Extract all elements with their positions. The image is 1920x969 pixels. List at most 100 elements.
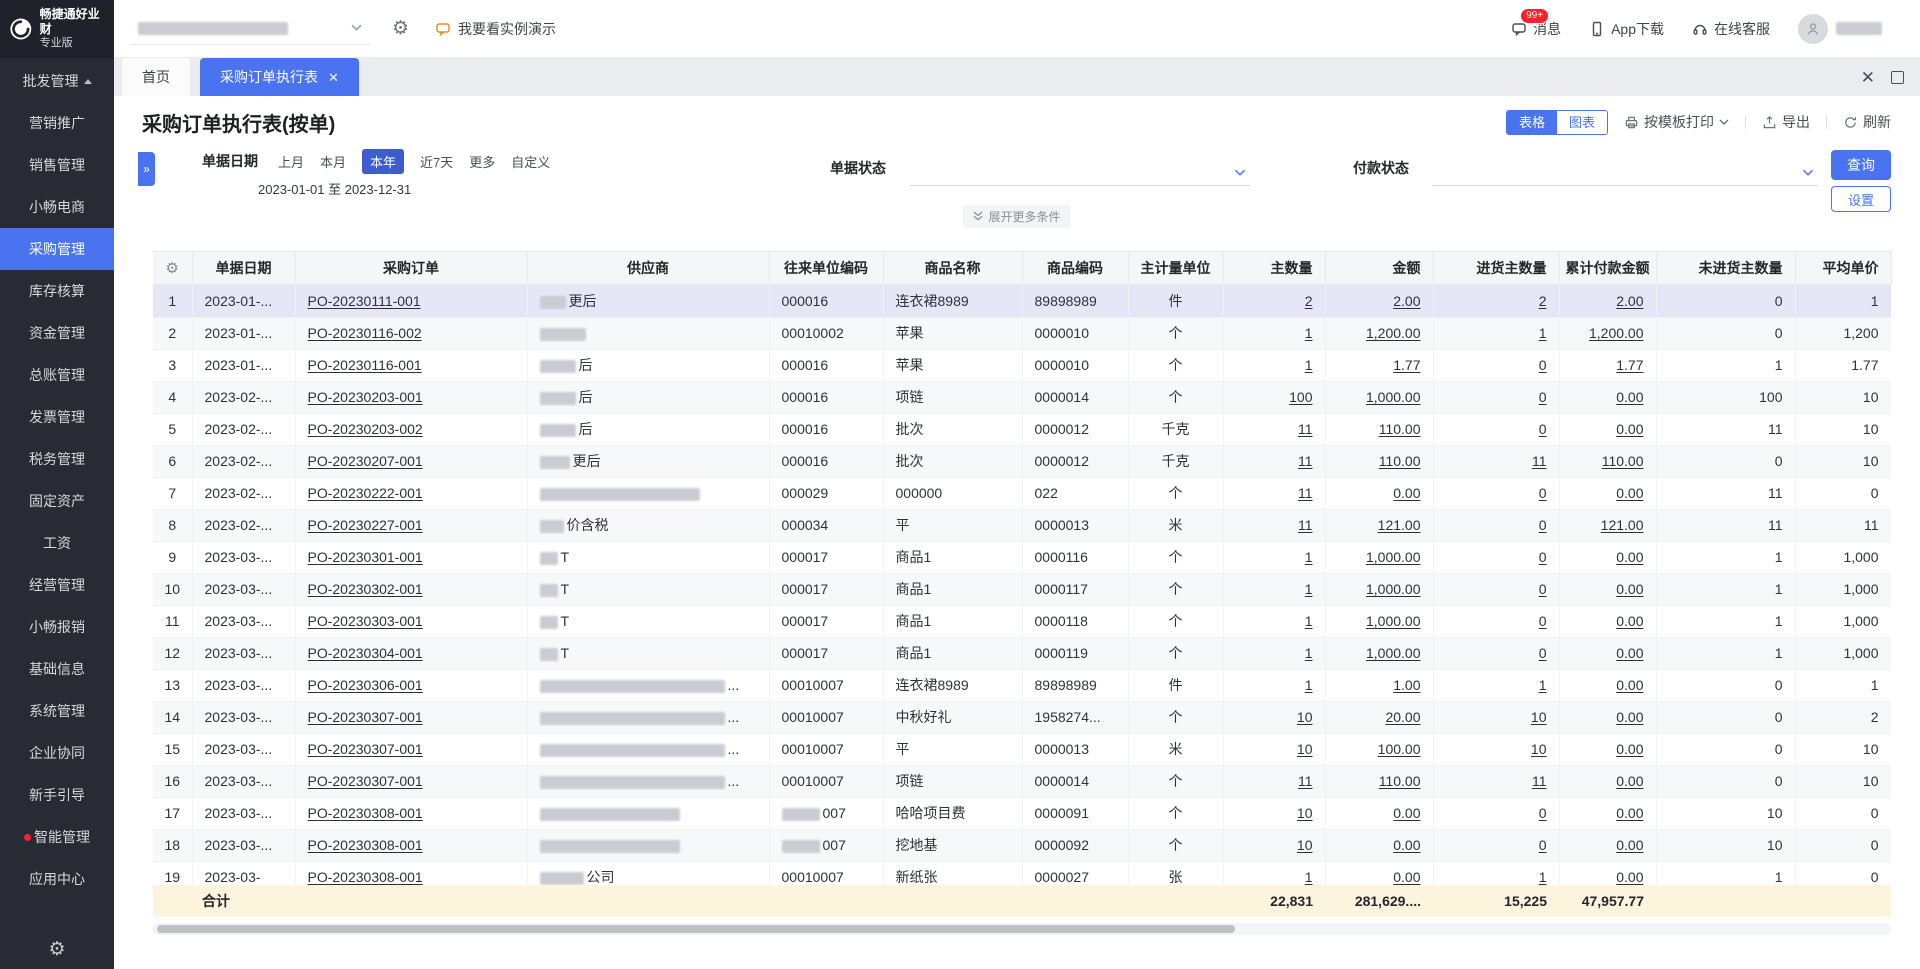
table-row[interactable]: 11 2023-03-... PO-20230303-001 T 000017 … [153,605,1891,638]
paid-amount-link[interactable]: 0.00 [1616,805,1643,821]
in-qty-link[interactable]: 0 [1539,389,1547,405]
date-option[interactable]: 近7天 [420,152,453,171]
amount-link[interactable]: 1,000.00 [1366,389,1421,405]
scrollbar-thumb[interactable] [157,925,1235,933]
amount-link[interactable]: 0.00 [1393,837,1420,853]
sidebar-item-固定资产[interactable]: 固定资产 [0,480,114,522]
date-option[interactable]: 上月 [278,152,304,171]
amount-link[interactable]: 1,000.00 [1366,581,1421,597]
po-link[interactable]: PO-20230303-001 [308,613,423,629]
qty-link[interactable]: 1 [1305,357,1313,373]
paid-amount-link[interactable]: 0.00 [1616,645,1643,661]
qty-link[interactable]: 1 [1305,613,1313,629]
print-by-template-button[interactable]: 按模板打印 [1624,112,1729,132]
paid-amount-link[interactable]: 0.00 [1616,773,1643,789]
table-row[interactable]: 10 2023-03-... PO-20230302-001 T 000017 … [153,573,1891,606]
table-row[interactable]: 14 2023-03-... PO-20230307-001 ... 00010… [153,701,1891,734]
paid-amount-link[interactable]: 0.00 [1616,837,1643,853]
sidebar-item-智能管理[interactable]: 智能管理 [0,816,114,858]
amount-link[interactable]: 110.00 [1379,453,1421,469]
paid-amount-link[interactable]: 0.00 [1616,581,1643,597]
messages-button[interactable]: 99+ 消息 [1511,7,1561,39]
paid-amount-link[interactable]: 0.00 [1616,485,1643,501]
qty-link[interactable]: 11 [1298,453,1313,469]
user-menu[interactable] [1798,13,1882,44]
column-settings-icon[interactable]: ⚙ [166,260,179,277]
view-toggle-table[interactable]: 表格 [1506,110,1557,134]
view-toggle-chart[interactable]: 图表 [1556,110,1607,134]
paid-amount-link[interactable]: 0.00 [1616,389,1643,405]
sidebar-item-系统管理[interactable]: 系统管理 [0,690,114,732]
table-row[interactable]: 8 2023-02-... PO-20230227-001 价含税 000034… [153,509,1891,542]
date-option[interactable]: 本月 [320,152,346,171]
horizontal-scrollbar[interactable] [153,923,1891,935]
doc-status-select[interactable] [910,158,1250,186]
po-link[interactable]: PO-20230304-001 [308,645,423,661]
in-qty-link[interactable]: 2 [1539,293,1547,309]
in-qty-link[interactable]: 0 [1539,485,1547,501]
po-link[interactable]: PO-20230308-001 [308,837,423,853]
table-row[interactable]: 18 2023-03-... PO-20230308-001 007 挖地基 0… [153,829,1891,862]
po-link[interactable]: PO-20230307-001 [308,741,423,757]
po-link[interactable]: PO-20230308-001 [308,805,423,821]
sidebar-settings-gear-icon[interactable]: ⚙ [0,938,114,961]
amount-link[interactable]: 2.00 [1393,293,1420,309]
in-qty-link[interactable]: 0 [1539,421,1547,437]
workbench-gear-icon[interactable]: ⚙ [392,19,409,38]
qty-link[interactable]: 1 [1305,645,1313,661]
sidebar-item-资金管理[interactable]: 资金管理 [0,312,114,354]
amount-link[interactable]: 0.00 [1393,485,1420,501]
in-qty-link[interactable]: 0 [1539,357,1547,373]
po-link[interactable]: PO-20230302-001 [308,581,423,597]
table-row[interactable]: 2 2023-01-... PO-20230116-002 00010002 苹… [153,317,1891,350]
in-qty-link[interactable]: 1 [1539,325,1547,341]
app-download-button[interactable]: App下载 [1589,19,1664,39]
table-row[interactable]: 1 2023-01-... PO-20230111-001 更后 000016 … [153,285,1891,318]
qty-link[interactable]: 1 [1305,325,1313,341]
expand-more-conditions[interactable]: 展开更多条件 [963,204,1071,228]
po-link[interactable]: PO-20230116-002 [308,325,422,341]
date-range-value[interactable]: 2023-01-01 至 2023-12-31 [258,179,550,198]
amount-link[interactable]: 110.00 [1379,421,1421,437]
qty-link[interactable]: 10 [1297,741,1313,757]
po-link[interactable]: PO-20230227-001 [308,517,423,533]
po-link[interactable]: PO-20230111-001 [308,293,421,309]
paid-amount-link[interactable]: 121.00 [1601,517,1644,533]
amount-link[interactable]: 110.00 [1379,773,1421,789]
paid-amount-link[interactable]: 0.00 [1616,421,1643,437]
amount-link[interactable]: 100.00 [1378,741,1421,757]
amount-link[interactable]: 1.00 [1393,677,1420,693]
po-link[interactable]: PO-20230207-001 [308,453,423,469]
query-button[interactable]: 查询 [1831,150,1891,180]
sidebar-item-工资[interactable]: 工资 [0,522,114,564]
in-qty-link[interactable]: 0 [1539,549,1547,565]
amount-link[interactable]: 1,000.00 [1366,645,1421,661]
company-selector[interactable] [130,13,370,45]
po-link[interactable]: PO-20230307-001 [308,709,423,725]
sidebar-item-经营管理[interactable]: 经营管理 [0,564,114,606]
in-qty-link[interactable]: 1 [1539,677,1547,693]
in-qty-link[interactable]: 0 [1539,837,1547,853]
sidebar-item-新手引导[interactable]: 新手引导 [0,774,114,816]
amount-link[interactable]: 1,000.00 [1366,549,1421,565]
po-link[interactable]: PO-20230306-001 [308,677,423,693]
qty-link[interactable]: 10 [1297,837,1313,853]
collapse-filter-button[interactable]: » [138,152,155,186]
paid-amount-link[interactable]: 0.00 [1616,549,1643,565]
po-link[interactable]: PO-20230203-001 [308,389,423,405]
export-button[interactable]: 导出 [1762,112,1810,132]
table-row[interactable]: 9 2023-03-... PO-20230301-001 T 000017 商… [153,541,1891,574]
qty-link[interactable]: 100 [1289,389,1312,405]
settings-button[interactable]: 设置 [1831,186,1891,212]
table-row[interactable]: 16 2023-03-... PO-20230307-001 ... 00010… [153,765,1891,798]
sidebar-item-库存核算[interactable]: 库存核算 [0,270,114,312]
qty-link[interactable]: 2 [1305,293,1313,309]
paid-amount-link[interactable]: 0.00 [1616,709,1643,725]
date-option[interactable]: 自定义 [511,152,550,171]
qty-link[interactable]: 10 [1297,805,1313,821]
qty-link[interactable]: 1 [1305,677,1313,693]
amount-link[interactable]: 0.00 [1393,805,1420,821]
qty-link[interactable]: 1 [1305,581,1313,597]
qty-link[interactable]: 11 [1298,485,1313,501]
sidebar-item-批发管理[interactable]: 批发管理 [0,60,114,102]
